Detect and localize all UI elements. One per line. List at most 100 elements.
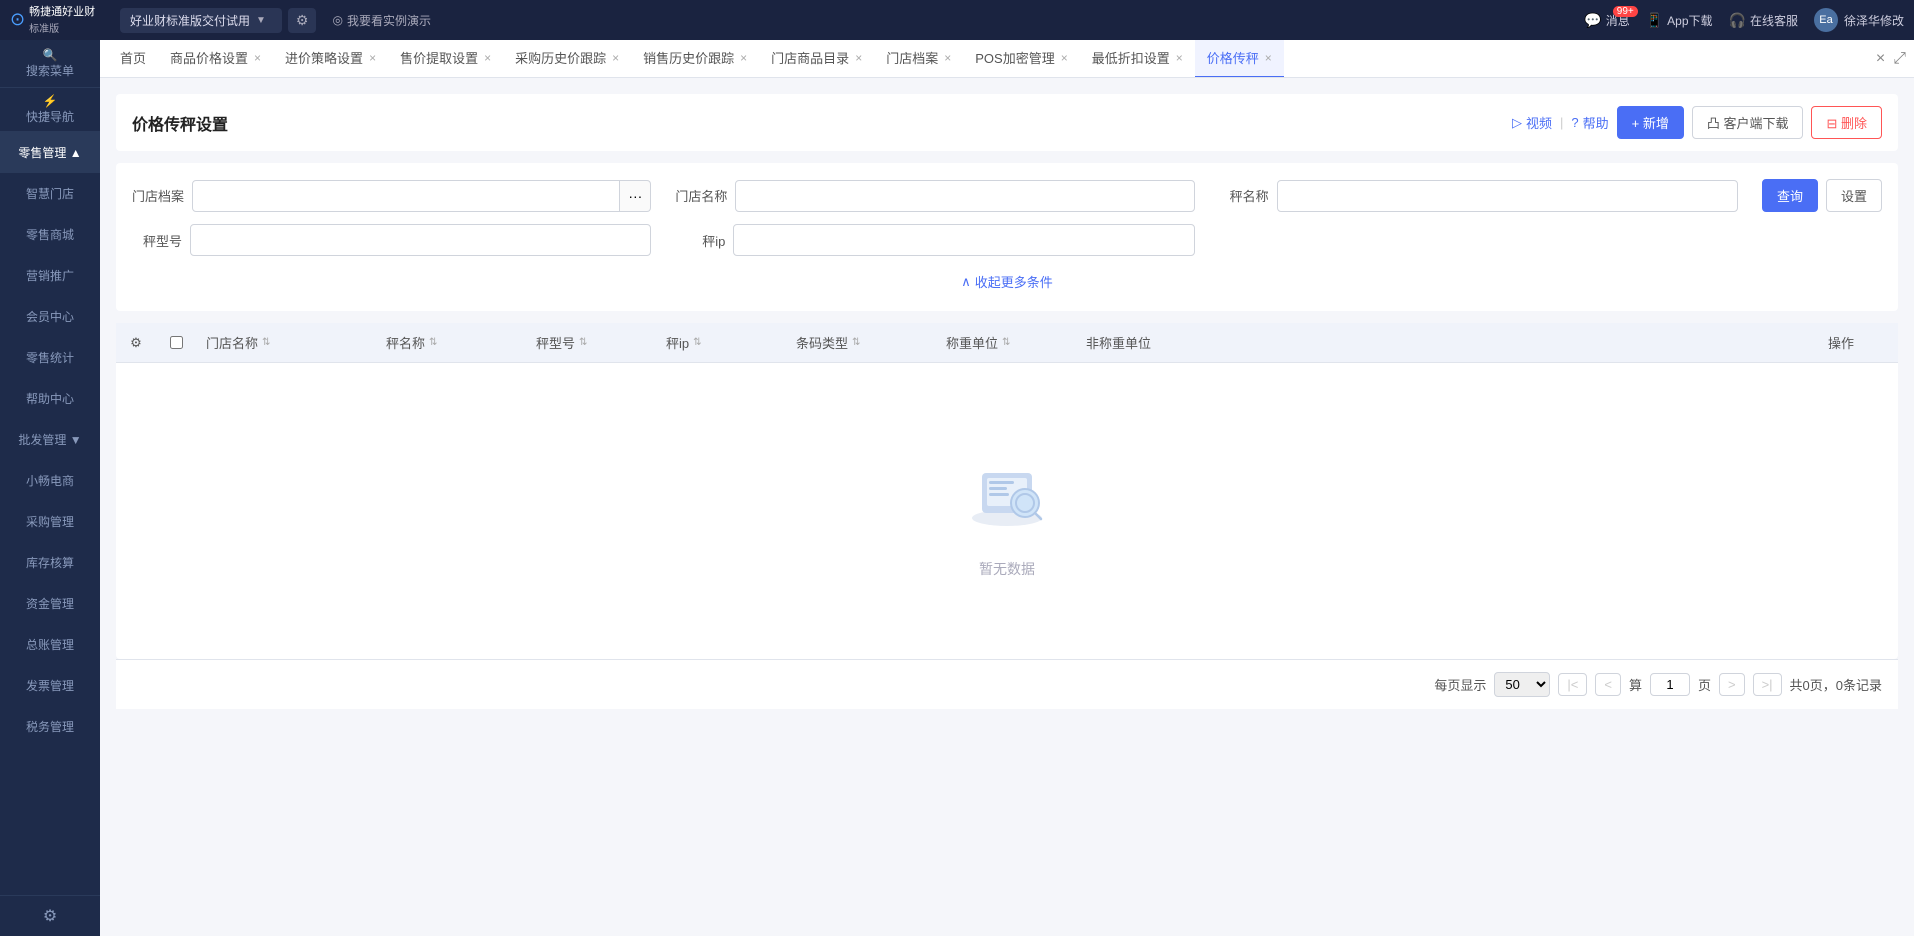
play-icon: ◎	[332, 13, 342, 27]
tab-close-icon[interactable]: ×	[1176, 51, 1183, 65]
scale-model-label: 秤型号	[132, 231, 182, 250]
retail-stats-label: 零售统计	[26, 349, 74, 366]
table-section: ⚙ 门店名称 ⇅ 秤名称 ⇅ 秤型号 ⇅	[116, 323, 1898, 659]
th-barcode-type[interactable]: 条码类型 ⇅	[786, 333, 936, 352]
sidebar-item-tax[interactable]: 税务管理	[0, 706, 100, 747]
sidebar-item-wholesale[interactable]: 批发管理 ▼	[0, 419, 100, 460]
tab-close-icon[interactable]: ×	[612, 51, 619, 65]
th-weight-unit[interactable]: 称重单位 ⇅	[936, 333, 1076, 352]
settings-button[interactable]: 设置	[1826, 179, 1882, 212]
store-archive-input[interactable]	[192, 180, 620, 212]
first-page-button[interactable]: |<	[1558, 673, 1587, 696]
scale-ip-input[interactable]	[733, 224, 1194, 256]
sidebar-item-procurement[interactable]: 采购管理	[0, 501, 100, 542]
user-area[interactable]: Ea 徐泽华修改	[1814, 8, 1904, 32]
sidebar-item-xiaochang-ecom[interactable]: 小畅电商	[0, 460, 100, 501]
delete-button[interactable]: ⊟ 删除	[1811, 106, 1882, 139]
user-name: 徐泽华修改	[1844, 12, 1904, 29]
page-content: 价格传秤设置 ▷ 视频 | ? 帮助 + 新增 凸 客户端下载	[100, 78, 1914, 936]
sidebar-search[interactable]: 🔍 搜索菜单	[0, 40, 100, 88]
last-page-button[interactable]: >|	[1753, 673, 1782, 696]
tab-store-catalog[interactable]: 门店商品目录 ×	[759, 40, 874, 78]
tax-label: 税务管理	[26, 718, 74, 735]
env-selector[interactable]: 好业财标准版交付试用 ▼	[120, 8, 282, 33]
video-link[interactable]: ▷ 视频	[1512, 113, 1552, 132]
next-page-button[interactable]: >	[1719, 673, 1745, 696]
sidebar-item-retail-mall[interactable]: 零售商城	[0, 214, 100, 255]
sidebar-item-retail-stats[interactable]: 零售统计	[0, 337, 100, 378]
retail-management-label: 零售管理 ▲	[18, 144, 81, 161]
inventory-label: 库存核算	[26, 554, 74, 571]
collapse-button[interactable]: ∧ 收起更多条件	[945, 268, 1069, 295]
sidebar: 🔍 搜索菜单 ⚡ 快捷导航 零售管理 ▲ 智慧门店 零售商城 营销推广 会员中心…	[0, 40, 100, 936]
select-all-checkbox[interactable]	[170, 336, 183, 349]
per-page-select[interactable]: 10 20 50 100	[1494, 672, 1550, 697]
empty-state: 暂无数据	[116, 363, 1898, 659]
store-name-input[interactable]	[735, 180, 1194, 212]
tab-sell-price-extract[interactable]: 售价提取设置 ×	[388, 40, 503, 78]
help-link[interactable]: ? 帮助	[1571, 113, 1608, 132]
tab-close-icon[interactable]: ×	[1265, 51, 1272, 65]
page-input[interactable]	[1650, 673, 1690, 696]
expand-tab-button[interactable]: ⤢	[1893, 50, 1906, 68]
th-store-name[interactable]: 门店名称 ⇅	[196, 333, 376, 352]
tab-purchase-history[interactable]: 采购历史价跟踪 ×	[503, 40, 631, 78]
sidebar-item-retail-management[interactable]: 零售管理 ▲	[0, 132, 100, 173]
scale-name-label: 秤名称	[1219, 186, 1269, 205]
tab-product-pricing[interactable]: 商品价格设置 ×	[158, 40, 273, 78]
sidebar-item-smart-store[interactable]: 智慧门店	[0, 173, 100, 214]
th-settings[interactable]: ⚙	[116, 335, 156, 351]
tab-home[interactable]: 首页	[108, 40, 158, 78]
demo-link[interactable]: ◎ 我要看实例演示	[332, 12, 431, 29]
download-button[interactable]: 凸 客户端下载	[1692, 106, 1804, 139]
nav-icon: ⚡	[43, 94, 58, 108]
per-page-label: 每页显示	[1434, 675, 1486, 694]
add-button[interactable]: + 新增	[1617, 106, 1684, 139]
messages-button[interactable]: 💬 消息 99+	[1584, 12, 1629, 29]
tab-close-icon[interactable]: ×	[369, 51, 376, 65]
sort-icon: ⇅	[579, 337, 587, 348]
tab-close-icon[interactable]: ×	[254, 51, 261, 65]
th-scale-ip[interactable]: 秤ip ⇅	[656, 333, 786, 352]
page-title-area: 价格传秤设置 ▷ 视频 | ? 帮助 + 新增 凸 客户端下载	[116, 94, 1898, 151]
tab-close-icon[interactable]: ×	[855, 51, 862, 65]
tab-store-archive[interactable]: 门店档案 ×	[874, 40, 963, 78]
sidebar-quick-nav[interactable]: ⚡ 快捷导航	[0, 88, 100, 132]
sidebar-item-help-center[interactable]: 帮助中心	[0, 378, 100, 419]
tab-min-discount[interactable]: 最低折扣设置 ×	[1080, 40, 1195, 78]
table-settings-icon: ⚙	[130, 335, 142, 351]
store-archive-dots-button[interactable]: ···	[620, 180, 651, 212]
app-download-button[interactable]: 📱 App下载	[1646, 12, 1713, 29]
scale-name-input[interactable]	[1277, 180, 1738, 212]
tab-close-icon[interactable]: ×	[944, 51, 951, 65]
tab-purchase-strategy[interactable]: 进价策略设置 ×	[273, 40, 388, 78]
tab-sales-history[interactable]: 销售历史价跟踪 ×	[631, 40, 759, 78]
th-scale-model[interactable]: 秤型号 ⇅	[526, 333, 656, 352]
messages-badge: 99+	[1613, 6, 1638, 17]
tab-price-scale[interactable]: 价格传秤 ×	[1195, 40, 1284, 78]
sidebar-item-general-ledger[interactable]: 总账管理	[0, 624, 100, 665]
scale-model-input[interactable]	[190, 224, 651, 256]
store-name-label: 门店名称	[675, 186, 727, 205]
query-button[interactable]: 查询	[1762, 179, 1818, 212]
env-settings-button[interactable]: ⚙	[288, 8, 317, 33]
sidebar-item-invoice[interactable]: 发票管理	[0, 665, 100, 706]
sidebar-settings-button[interactable]: ⚙	[0, 895, 100, 936]
online-service-button[interactable]: 🎧 在线客服	[1729, 12, 1798, 29]
th-checkbox[interactable]	[156, 336, 196, 349]
search-icon: 🔍	[43, 48, 58, 62]
app-name: 畅捷通好业财	[29, 5, 95, 19]
sidebar-item-inventory[interactable]: 库存核算	[0, 542, 100, 583]
sidebar-item-member-center[interactable]: 会员中心	[0, 296, 100, 337]
tab-close-icon[interactable]: ×	[1061, 51, 1068, 65]
th-scale-name[interactable]: 秤名称 ⇅	[376, 333, 526, 352]
tab-pos-encryption[interactable]: POS加密管理 ×	[963, 40, 1079, 78]
sidebar-item-finance[interactable]: 资金管理	[0, 583, 100, 624]
prev-page-button[interactable]: <	[1595, 673, 1621, 696]
close-tab-button[interactable]: ×	[1876, 50, 1885, 68]
sort-icon: ⇅	[429, 337, 437, 348]
tab-close-icon[interactable]: ×	[740, 51, 747, 65]
tab-close-icon[interactable]: ×	[484, 51, 491, 65]
env-selector-label: 好业财标准版交付试用	[130, 12, 250, 29]
sidebar-item-marketing[interactable]: 营销推广	[0, 255, 100, 296]
